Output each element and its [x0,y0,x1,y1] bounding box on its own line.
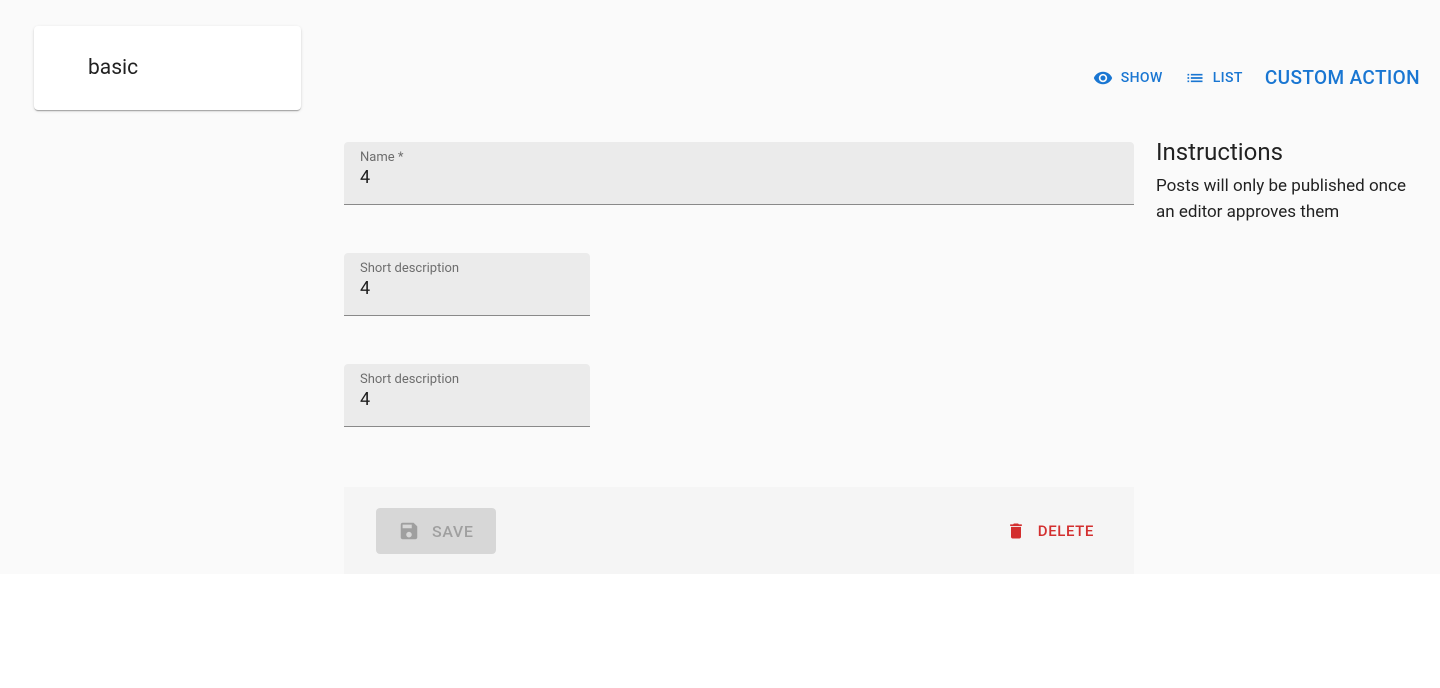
form-panel: Name * Short description Short descripti… [344,142,1134,475]
basic-card: basic [34,26,301,110]
show-button-label: Show [1121,70,1163,86]
short-desc-field-wrap-1: Short description [344,253,590,316]
short-desc-label-2: Short description [360,372,459,387]
show-button[interactable]: Show [1085,62,1171,94]
short-desc-label-1: Short description [360,261,459,276]
save-button[interactable]: Save [376,508,496,554]
instructions-body: Posts will only be published once an edi… [1156,174,1416,225]
name-field-wrap: Name * [344,142,1134,205]
save-button-label: Save [432,522,474,541]
short-desc-field-wrap-2: Short description [344,364,590,427]
list-button-label: List [1213,70,1243,86]
action-bar: Save Delete [344,487,1134,575]
name-input[interactable] [360,167,1118,188]
trash-icon [1006,521,1026,541]
basic-card-title: basic [88,56,138,80]
short-desc-input-2[interactable] [360,389,574,410]
short-desc-field-1[interactable]: Short description [344,253,590,316]
name-field-label: Name * [360,150,403,165]
custom-action-button[interactable]: Custom Action [1257,60,1428,95]
delete-button-label: Delete [1038,522,1094,540]
save-icon [398,520,420,542]
list-button[interactable]: List [1177,62,1251,94]
top-toolbar: Show List Custom Action [1085,60,1428,95]
bottom-spacer [0,574,1440,688]
instructions-heading: Instructions [1156,138,1416,166]
list-icon [1185,68,1205,88]
instructions-aside: Instructions Posts will only be publishe… [1156,138,1416,225]
name-field[interactable]: Name * [344,142,1134,205]
delete-button[interactable]: Delete [998,515,1102,547]
eye-icon [1093,68,1113,88]
short-desc-input-1[interactable] [360,278,574,299]
custom-action-label: Custom Action [1265,66,1420,89]
short-desc-field-2[interactable]: Short description [344,364,590,427]
